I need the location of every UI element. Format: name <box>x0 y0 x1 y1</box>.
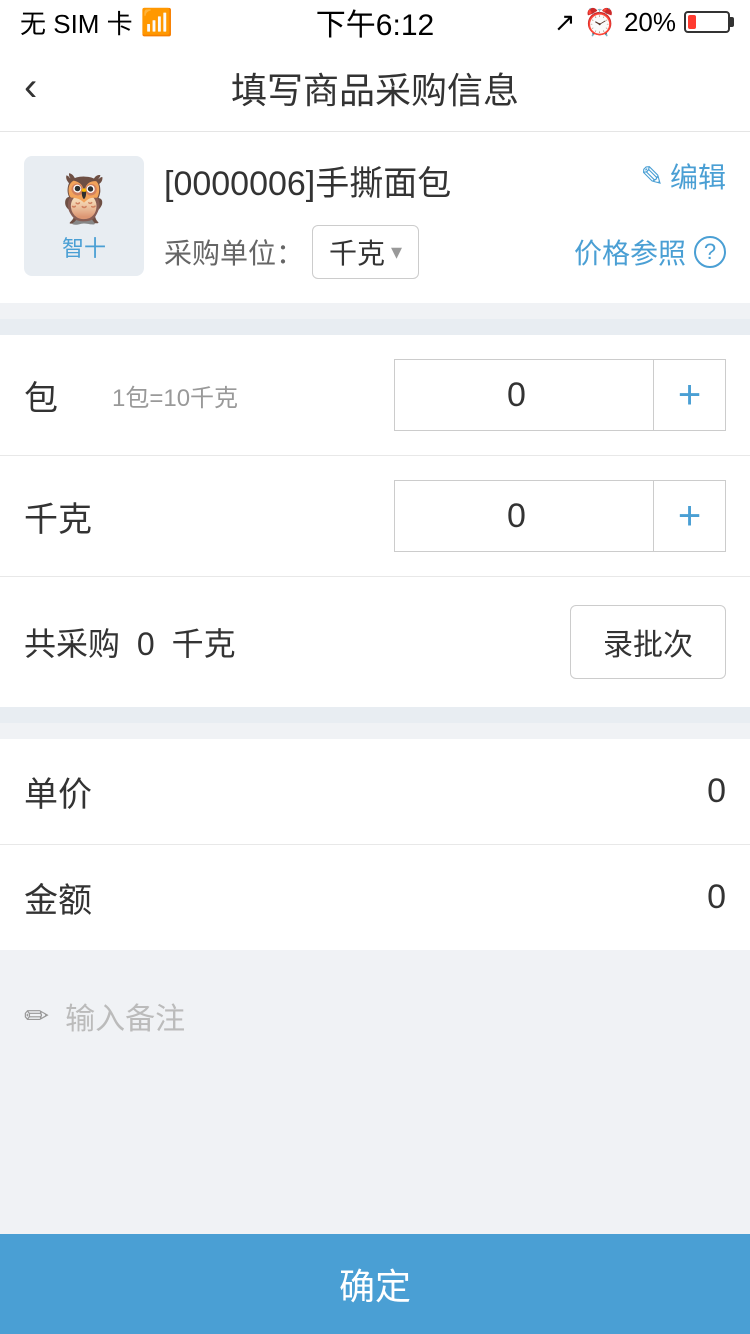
product-header: [0000006]手撕面包 ✎ 编辑 <box>164 156 726 205</box>
kg-label: 千克 <box>24 492 104 541</box>
status-bar-time: 下午6:12 <box>316 0 434 44</box>
product-card: 🦉 智十 [0000006]手撕面包 ✎ 编辑 采购单位： 千克 ▾ <box>0 132 750 303</box>
total-prefix: 共采购 <box>24 626 120 662</box>
page-title: 填写商品采购信息 <box>231 62 519 114</box>
unit-price-label: 单价 <box>24 767 92 816</box>
price-section: 单价 0 金额 0 <box>0 739 750 950</box>
kg-quantity-input[interactable] <box>394 480 654 552</box>
product-image-text: 智十 <box>62 231 106 263</box>
note-placeholder: 输入备注 <box>65 994 185 1038</box>
status-bar: 无 SIM 卡 📶 下午6:12 ↗ ⏰ 20% <box>0 0 750 44</box>
status-bar-right: ↗ ⏰ 20% <box>554 7 730 38</box>
product-info: [0000006]手撕面包 ✎ 编辑 采购单位： 千克 ▾ 价格参照 <box>164 156 726 279</box>
total-unit: 千克 <box>172 626 236 662</box>
confirm-button[interactable]: 确定 <box>0 1234 750 1334</box>
battery-icon <box>684 11 730 33</box>
unit-select[interactable]: 千克 ▾ <box>312 225 419 279</box>
amount-value: 0 <box>707 878 726 917</box>
total-row: 共采购 0 千克 录批次 <box>0 577 750 707</box>
product-image: 🦉 智十 <box>24 156 144 276</box>
bag-input-row: 包 1包=10千克 + <box>0 335 750 456</box>
product-image-icon: 🦉 <box>54 170 114 227</box>
section-divider-2 <box>0 707 750 723</box>
input-section: 包 1包=10千克 + 千克 + <box>0 335 750 577</box>
back-button[interactable]: ‹ <box>24 65 37 110</box>
product-title: 手撕面包 <box>315 165 451 203</box>
bag-label: 包 <box>24 371 104 420</box>
battery-fill <box>688 15 696 29</box>
kg-plus-button[interactable]: + <box>654 480 726 552</box>
price-ref-label: 价格参照 <box>574 232 686 272</box>
amount-row: 金额 0 <box>0 845 750 950</box>
edit-button[interactable]: ✎ 编辑 <box>641 156 726 196</box>
alarm-icon: ⏰ <box>584 7 616 38</box>
price-ref-button[interactable]: 价格参照 ? <box>574 232 726 272</box>
status-bar-left: 无 SIM 卡 📶 <box>20 4 173 41</box>
kg-input-row: 千克 + <box>0 456 750 577</box>
confirm-label: 确定 <box>339 1258 411 1310</box>
main-content: 🦉 智十 [0000006]手撕面包 ✎ 编辑 采购单位： 千克 ▾ <box>0 132 750 1186</box>
note-icon: ✏ <box>24 999 49 1034</box>
section-divider-1 <box>0 319 750 335</box>
edit-label: 编辑 <box>670 156 726 196</box>
bag-sublabel: 1包=10千克 <box>112 378 238 413</box>
amount-label: 金额 <box>24 873 92 922</box>
nav-bar: ‹ 填写商品采购信息 <box>0 44 750 132</box>
unit-value: 千克 <box>329 232 385 272</box>
bag-input-right: + <box>394 359 726 431</box>
unit-price-row: 单价 0 <box>0 739 750 845</box>
batch-button[interactable]: 录批次 <box>570 605 726 679</box>
kg-input-right: + <box>394 480 726 552</box>
chevron-down-icon: ▾ <box>391 239 402 265</box>
bag-quantity-input[interactable] <box>394 359 654 431</box>
location-icon: ↗ <box>554 7 576 38</box>
total-label: 共采购 0 千克 <box>24 619 236 665</box>
unit-price-value: 0 <box>707 772 726 811</box>
note-section[interactable]: ✏ 输入备注 <box>0 966 750 1066</box>
price-ref-help-icon: ? <box>694 236 726 268</box>
battery-percent: 20% <box>624 7 676 38</box>
total-value: 0 <box>137 626 155 662</box>
product-name: [0000006]手撕面包 <box>164 156 451 205</box>
edit-icon: ✎ <box>641 160 664 193</box>
sim-label: 无 SIM 卡 <box>20 4 133 41</box>
bag-plus-button[interactable]: + <box>654 359 726 431</box>
product-unit-row: 采购单位： 千克 ▾ 价格参照 ? <box>164 225 726 279</box>
kg-plus-icon: + <box>678 494 701 539</box>
product-id: [0000006] <box>164 165 315 203</box>
unit-label: 采购单位： <box>164 232 304 272</box>
wifi-icon: 📶 <box>141 7 173 38</box>
bag-plus-icon: + <box>678 373 701 418</box>
